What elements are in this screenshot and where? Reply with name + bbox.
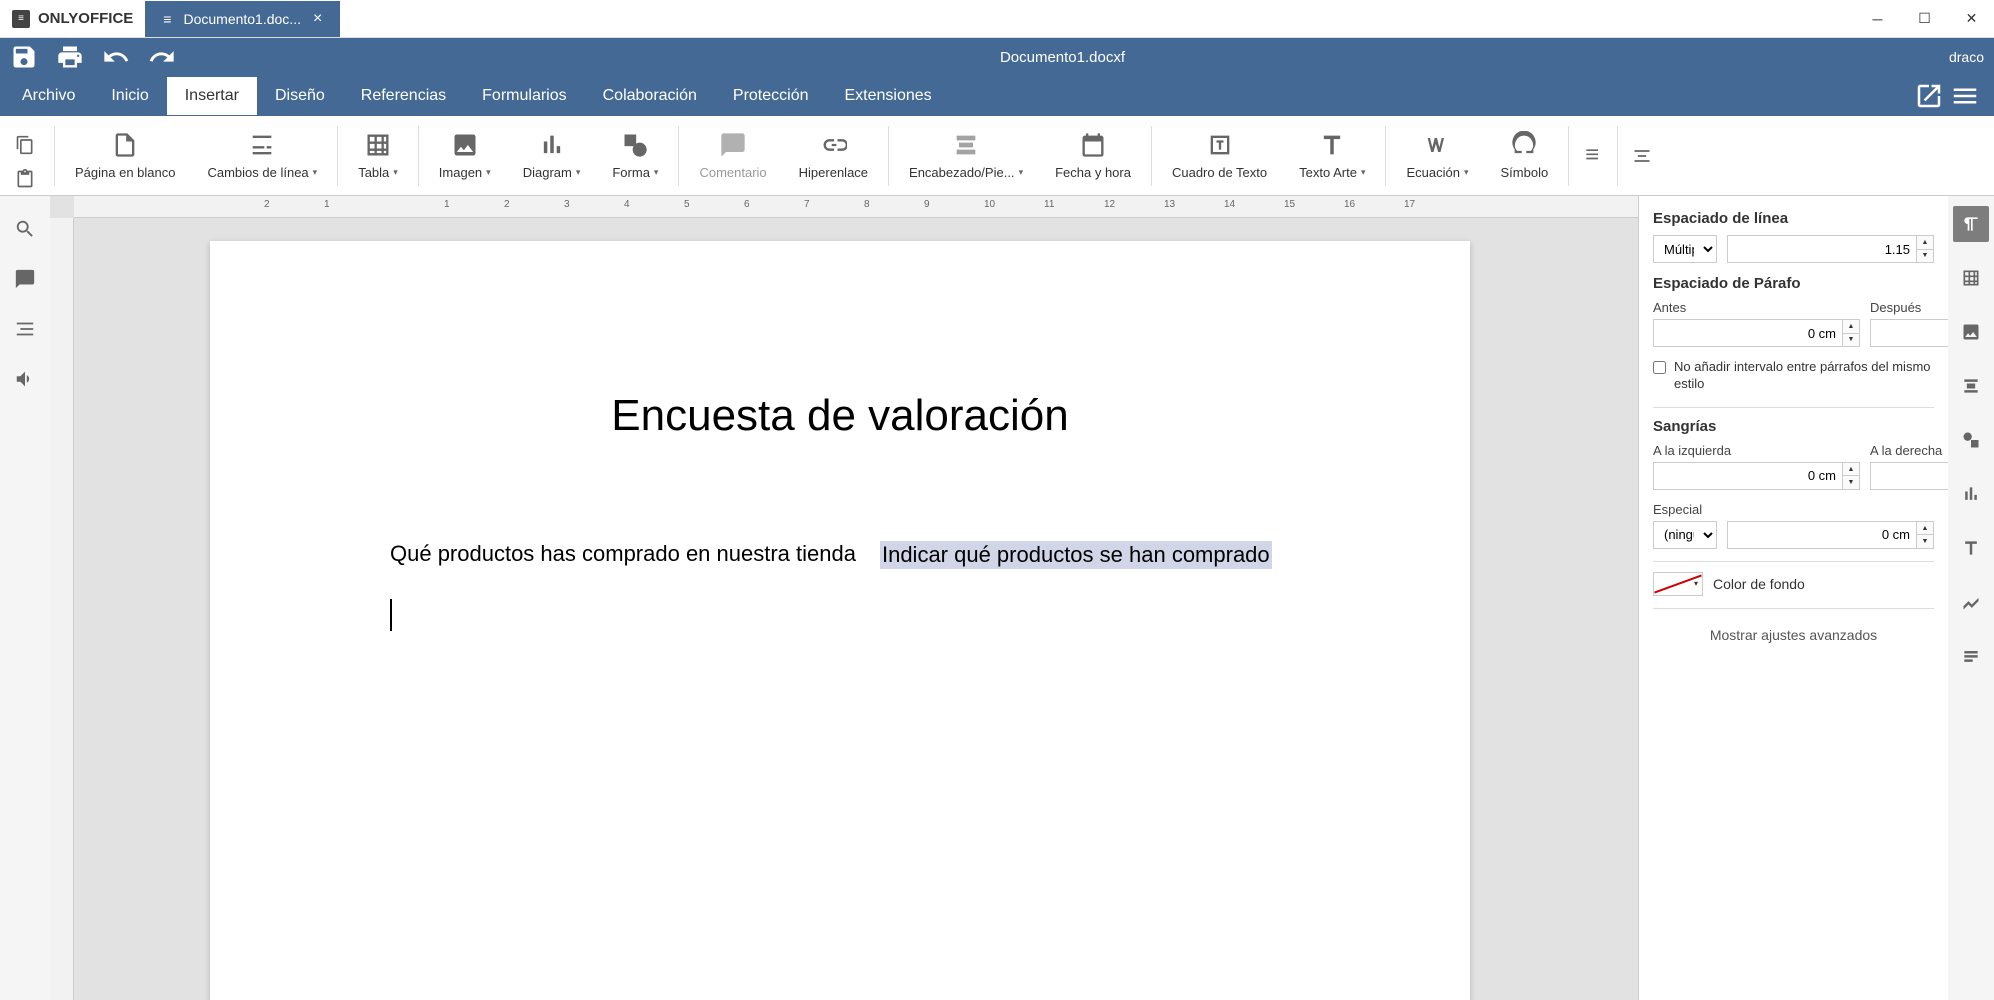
- menu-referencias[interactable]: Referencias: [343, 77, 464, 115]
- ribbon-more-1[interactable]: [1573, 146, 1613, 166]
- special-indent-select[interactable]: (ninguno): [1653, 521, 1717, 549]
- spacing-after-spinner[interactable]: ▲▼: [1870, 319, 1948, 347]
- indent-right-label: A la derecha: [1870, 443, 1948, 458]
- table-button[interactable]: Tabla▾: [342, 116, 414, 195]
- copy-icon[interactable]: [15, 135, 35, 155]
- app-name: ONLYOFFICE: [38, 10, 133, 27]
- bg-color-picker[interactable]: ▾: [1653, 572, 1703, 596]
- shape-settings-button[interactable]: [1953, 422, 1989, 458]
- titlebar: ≡ ONLYOFFICE ≡ Documento1.doc... × ─ ☐ ✕: [0, 0, 1994, 38]
- comments-icon[interactable]: [14, 268, 36, 290]
- header-footer-settings-button[interactable]: [1953, 368, 1989, 404]
- print-icon[interactable]: [56, 43, 84, 71]
- table-settings-button[interactable]: [1953, 260, 1989, 296]
- vertical-ruler[interactable]: [50, 218, 74, 1000]
- bg-color-label: Color de fondo: [1713, 576, 1805, 592]
- horizontal-ruler[interactable]: 211234567891011121314151617: [74, 196, 1638, 218]
- feedback-icon[interactable]: [14, 368, 36, 390]
- symbol-button[interactable]: Símbolo: [1485, 116, 1565, 195]
- document-area[interactable]: L 211234567891011121314151617 Encuesta d…: [50, 196, 1638, 1000]
- blank-page-button[interactable]: Página en blanco: [59, 116, 191, 195]
- menu-bar: Archivo Inicio Insertar Diseño Referenci…: [0, 76, 1994, 116]
- ribbon: Página en blanco Cambios de línea▾ Tabla…: [0, 116, 1994, 196]
- left-sidebar: [0, 196, 50, 1000]
- header-footer-button[interactable]: Encabezado/Pie...▾: [893, 116, 1039, 195]
- menu-insertar[interactable]: Insertar: [167, 77, 257, 115]
- comment-button: Comentario: [683, 116, 782, 195]
- close-button[interactable]: ✕: [1949, 0, 1994, 38]
- date-time-button[interactable]: Fecha y hora: [1039, 116, 1147, 195]
- form-settings-button[interactable]: [1953, 638, 1989, 674]
- document-tab[interactable]: ≡ Documento1.doc... ×: [145, 1, 340, 37]
- after-label: Después: [1870, 300, 1948, 315]
- menu-colaboracion[interactable]: Colaboración: [585, 77, 715, 115]
- tab-title: Documento1.doc...: [183, 11, 301, 27]
- minimize-button[interactable]: ─: [1855, 0, 1900, 38]
- paragraph-settings-button[interactable]: [1953, 206, 1989, 242]
- view-settings-icon[interactable]: [1950, 81, 1980, 111]
- hamburger-icon: ≡: [163, 11, 171, 27]
- shape-button[interactable]: Forma▾: [596, 116, 674, 195]
- image-settings-button[interactable]: [1953, 314, 1989, 350]
- open-location-icon[interactable]: [1914, 81, 1944, 111]
- menu-diseno[interactable]: Diseño: [257, 77, 343, 115]
- menu-inicio[interactable]: Inicio: [93, 77, 166, 115]
- header-toolbar: Documento1.docxf draco: [0, 38, 1994, 76]
- app-logo: ≡ ONLYOFFICE: [0, 10, 145, 28]
- doc-heading[interactable]: Encuesta de valoración: [390, 391, 1290, 441]
- onlyoffice-logo-icon: ≡: [12, 10, 30, 28]
- window-controls: ─ ☐ ✕: [1855, 0, 1994, 38]
- line-spacing-type-select[interactable]: Múltiple: [1653, 235, 1717, 263]
- save-icon[interactable]: [10, 43, 38, 71]
- before-label: Antes: [1653, 300, 1860, 315]
- spin-down-icon[interactable]: ▼: [1916, 249, 1934, 264]
- hyperlink-button[interactable]: Hiperenlace: [783, 116, 884, 195]
- redo-icon[interactable]: [148, 43, 176, 71]
- text-art-button[interactable]: Texto Arte▾: [1283, 116, 1381, 195]
- right-rail: [1948, 196, 1994, 1000]
- close-tab-icon[interactable]: ×: [313, 10, 322, 28]
- maximize-button[interactable]: ☐: [1902, 0, 1947, 38]
- advanced-settings-link[interactable]: Mostrar ajustes avanzados: [1653, 619, 1934, 651]
- line-spacing-heading: Espaciado de línea: [1653, 210, 1934, 227]
- breaks-button[interactable]: Cambios de línea▾: [191, 116, 333, 195]
- spin-up-icon[interactable]: ▲: [1916, 235, 1934, 249]
- line-spacing-value-spinner[interactable]: ▲▼: [1727, 235, 1934, 263]
- indent-left-label: A la izquierda: [1653, 443, 1860, 458]
- indent-left-spinner[interactable]: ▲▼: [1653, 462, 1860, 490]
- undo-icon[interactable]: [102, 43, 130, 71]
- username[interactable]: draco: [1949, 49, 1984, 65]
- special-indent-spinner[interactable]: ▲▼: [1727, 521, 1934, 549]
- text-cursor: [390, 599, 392, 631]
- special-label: Especial: [1653, 502, 1717, 517]
- no-space-same-style-label: No añadir intervalo entre párrafos del m…: [1674, 359, 1934, 393]
- text-box-button[interactable]: Cuadro de Texto: [1156, 116, 1283, 195]
- menu-formularios[interactable]: Formularios: [464, 77, 584, 115]
- form-field[interactable]: Indicar qué productos se han comprado: [880, 541, 1272, 569]
- indent-right-spinner[interactable]: ▲▼: [1870, 462, 1948, 490]
- ribbon-more-2[interactable]: [1622, 146, 1662, 166]
- document-title: Documento1.docxf: [176, 49, 1949, 66]
- paste-icon[interactable]: [15, 169, 35, 189]
- search-icon[interactable]: [14, 218, 36, 240]
- headings-icon[interactable]: [14, 318, 36, 340]
- menu-proteccion[interactable]: Protección: [715, 77, 827, 115]
- doc-body-line[interactable]: Qué productos has comprado en nuestra ti…: [390, 541, 1290, 569]
- text-art-settings-button[interactable]: [1953, 530, 1989, 566]
- menu-extensiones[interactable]: Extensiones: [827, 77, 950, 115]
- no-space-same-style-checkbox[interactable]: [1653, 361, 1666, 374]
- question-text[interactable]: Qué productos has comprado en nuestra ti…: [390, 541, 856, 569]
- diagram-button[interactable]: Diagram▾: [507, 116, 597, 195]
- signature-settings-button[interactable]: [1953, 584, 1989, 620]
- indents-heading: Sangrías: [1653, 418, 1934, 435]
- paragraph-panel: Espaciado de línea Múltiple ▲▼ Espaciado…: [1638, 196, 1948, 1000]
- image-button[interactable]: Imagen▾: [423, 116, 507, 195]
- spacing-before-spinner[interactable]: ▲▼: [1653, 319, 1860, 347]
- chart-settings-button[interactable]: [1953, 476, 1989, 512]
- equation-button[interactable]: Ecuación▾: [1390, 116, 1484, 195]
- page[interactable]: Encuesta de valoración Qué productos has…: [210, 241, 1470, 1000]
- menu-archivo[interactable]: Archivo: [4, 77, 93, 115]
- para-spacing-heading: Espaciado de Párafo: [1653, 275, 1934, 292]
